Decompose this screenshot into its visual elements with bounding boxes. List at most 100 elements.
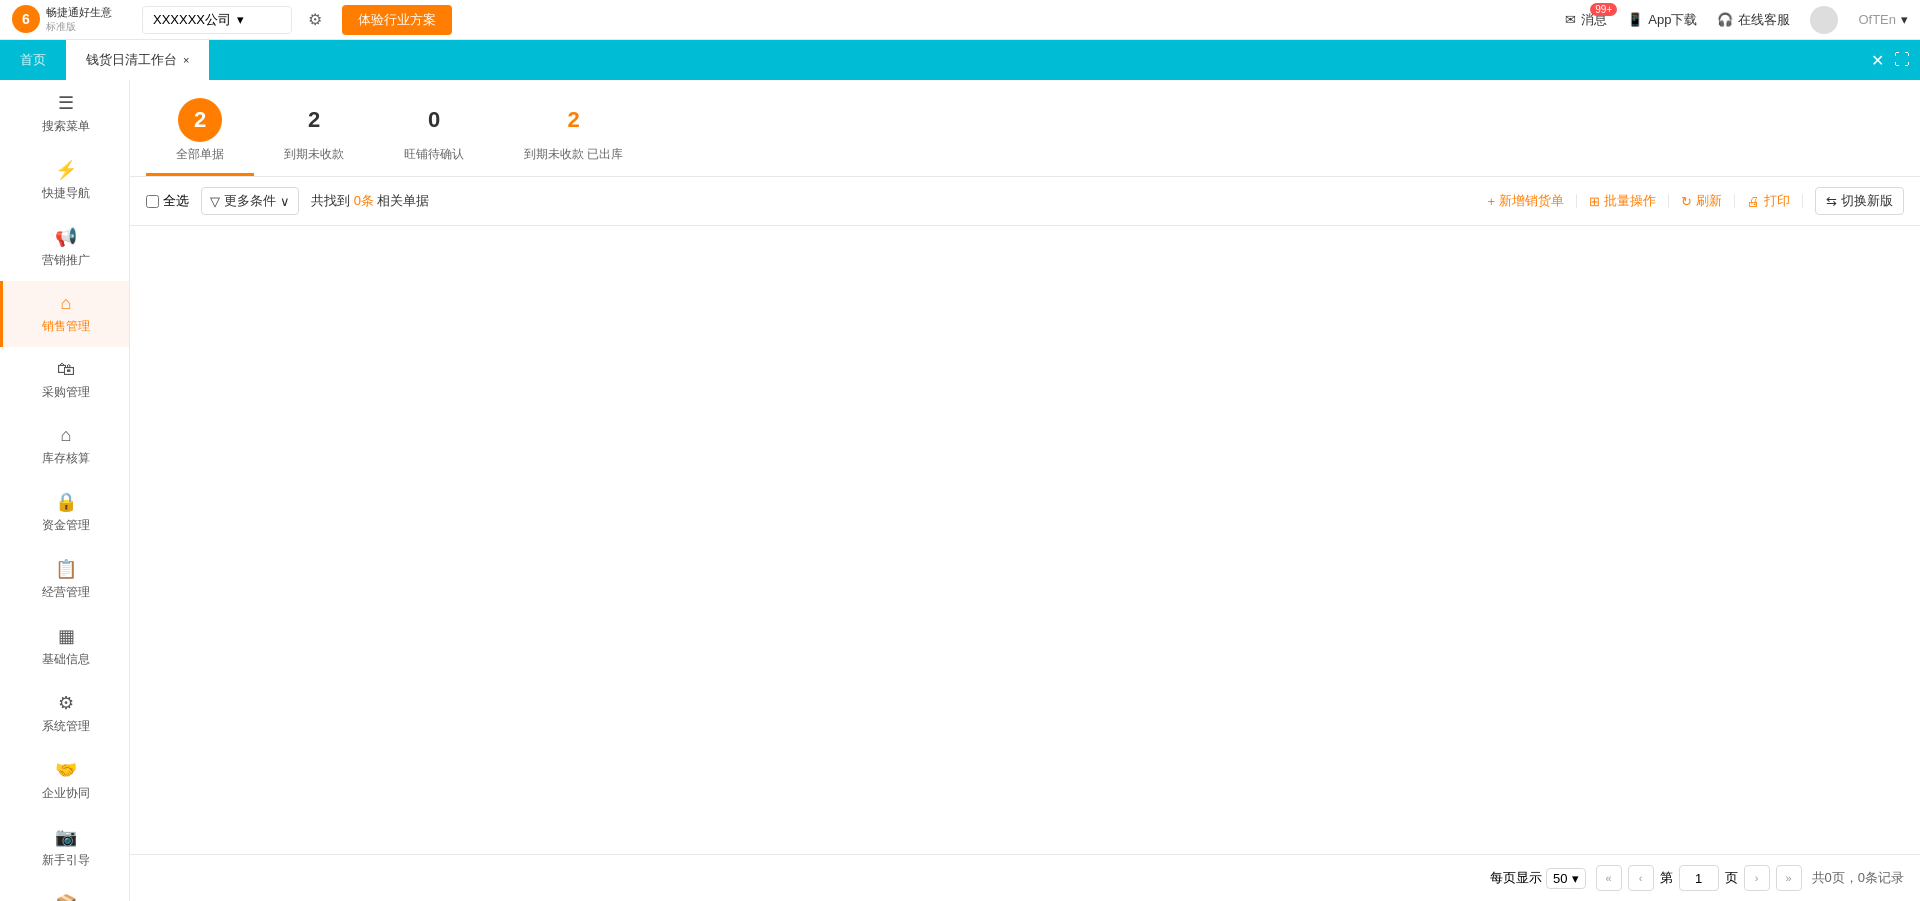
online-service-button[interactable]: 🎧 在线客服	[1717, 11, 1790, 29]
page-suffix: 页	[1725, 869, 1738, 887]
add-sale-order-button[interactable]: + 新增销货单	[1487, 192, 1564, 210]
sidebar-item-finance[interactable]: 🔒 资金管理	[0, 479, 129, 546]
sidebar-item-guide[interactable]: 📷 新手引导	[0, 814, 129, 881]
filter-chevron-icon: ∨	[280, 194, 290, 209]
chevron-down-icon: ▾	[1901, 12, 1908, 27]
switch-icon: ⇆	[1826, 194, 1837, 209]
tab-expand-icon[interactable]: ⛶	[1894, 51, 1910, 69]
sidebar-label-purchase: 采购管理	[42, 384, 90, 401]
sidebar-label-business: 经营管理	[42, 584, 90, 601]
tab-right-icons: ✕ ⛶	[1871, 51, 1920, 70]
sidebar-item-system[interactable]: ⚙ 系统管理	[0, 680, 129, 747]
found-count: 0条	[354, 193, 374, 208]
tab-minimize-icon[interactable]: ✕	[1871, 51, 1884, 70]
sidebar-label-guide: 新手引导	[42, 852, 90, 869]
refresh-label: 刷新	[1696, 192, 1722, 210]
filter-button[interactable]: ▽ 更多条件 ∨	[201, 187, 299, 215]
stat-tab-overdue[interactable]: 2 到期未收款	[254, 90, 374, 176]
company-selector[interactable]: XXXXXX公司 ▾	[142, 6, 292, 34]
chevron-down-icon: ▾	[237, 12, 244, 27]
sidebar-item-app-center[interactable]: 📦 应用中心	[0, 881, 129, 901]
filter-icon: ▽	[210, 194, 220, 209]
batch-label: 批量操作	[1604, 192, 1656, 210]
stat-tab-pending[interactable]: 0 旺铺待确认	[374, 90, 494, 176]
stat-tab-overdue-out[interactable]: 2 到期未收款 已出库	[494, 90, 653, 176]
mobile-icon: 📱	[1627, 12, 1643, 27]
first-page-icon: «	[1605, 872, 1611, 884]
pagination: 每页显示 50 ▾ « ‹ 第 页 ›	[130, 854, 1920, 901]
checkbox-input[interactable]	[146, 195, 159, 208]
batch-operation-button[interactable]: ⊞ 批量操作	[1589, 192, 1656, 210]
sidebar-item-inventory[interactable]: ⌂ 库存核算	[0, 413, 129, 479]
sidebar-item-purchase[interactable]: 🛍 采购管理	[0, 347, 129, 413]
finance-icon: 🔒	[55, 491, 77, 513]
sidebar-label-marketing: 营销推广	[42, 252, 90, 269]
add-icon: +	[1487, 194, 1495, 209]
sidebar-item-basic-info[interactable]: ▦ 基础信息	[0, 613, 129, 680]
found-text: 共找到 0条 相关单据	[311, 192, 429, 210]
page-size-dropdown[interactable]: 50 ▾	[1546, 868, 1585, 889]
main-layout: ☰ 搜索菜单 ⚡ 快捷导航 📢 营销推广 ⌂ 销售管理 🛍 采购管理 ⌂ 库存核…	[0, 80, 1920, 901]
prev-page-icon: ‹	[1639, 872, 1643, 884]
stat-tab-all[interactable]: 2 全部单据	[146, 90, 254, 176]
service-icon: 🎧	[1717, 12, 1733, 27]
message-icon: ✉	[1565, 12, 1576, 27]
tab-close-icon[interactable]: ×	[183, 54, 189, 66]
add-label: 新增销货单	[1499, 192, 1564, 210]
experience-button[interactable]: 体验行业方案	[342, 5, 452, 35]
switch-label: 切换新版	[1841, 192, 1893, 210]
message-button[interactable]: ✉ 消息 99+	[1565, 11, 1607, 29]
page-size-label: 每页显示	[1490, 869, 1542, 887]
page-total: 共0页，0条记录	[1812, 869, 1904, 887]
next-page-button[interactable]: ›	[1744, 865, 1770, 891]
print-label: 打印	[1764, 192, 1790, 210]
page-label: 第	[1660, 869, 1673, 887]
stat-count-overdue: 2	[292, 98, 336, 142]
stat-count-pending: 0	[412, 98, 456, 142]
sidebar-item-enterprise[interactable]: 🤝 企业协同	[0, 747, 129, 814]
username-area[interactable]: OfTEn ▾	[1858, 12, 1908, 27]
inventory-icon: ⌂	[61, 425, 72, 446]
stat-label-all: 全部单据	[176, 146, 224, 163]
app-center-icon: 📦	[55, 893, 77, 901]
page-number-input[interactable]	[1679, 865, 1719, 891]
search-menu-icon: ☰	[58, 92, 74, 114]
tab-home-label: 首页	[20, 51, 46, 69]
basic-info-icon: ▦	[58, 625, 75, 647]
app-download-button[interactable]: 📱 App下载	[1627, 11, 1697, 29]
toolbar-right: + 新增销货单 ⊞ 批量操作 ↻ 刷新 🖨 打印	[1487, 187, 1904, 215]
select-all-checkbox[interactable]: 全选	[146, 192, 189, 210]
content-area: 2 全部单据 2 到期未收款 0 旺铺待确认 2 到期未收款 已出库 全选	[130, 80, 1920, 901]
tab-home[interactable]: 首页	[0, 40, 66, 80]
business-icon: 📋	[55, 558, 77, 580]
sidebar-item-marketing[interactable]: 📢 营销推广	[0, 214, 129, 281]
sidebar-label-quick-nav: 快捷导航	[42, 185, 90, 202]
last-page-button[interactable]: »	[1776, 865, 1802, 891]
online-service-label: 在线客服	[1738, 11, 1790, 29]
tab-cashflow[interactable]: 钱货日清工作台 ×	[66, 40, 209, 80]
sidebar: ☰ 搜索菜单 ⚡ 快捷导航 📢 营销推广 ⌂ 销售管理 🛍 采购管理 ⌂ 库存核…	[0, 80, 130, 901]
first-page-button[interactable]: «	[1596, 865, 1622, 891]
sidebar-item-search[interactable]: ☰ 搜索菜单	[0, 80, 129, 147]
sidebar-label-search: 搜索菜单	[42, 118, 90, 135]
refresh-button[interactable]: ↻ 刷新	[1681, 192, 1722, 210]
user-avatar[interactable]	[1810, 6, 1838, 34]
sidebar-item-quick-nav[interactable]: ⚡ 快捷导航	[0, 147, 129, 214]
page-navigation: « ‹ 第 页 › »	[1596, 865, 1802, 891]
settings-button[interactable]: ⚙	[300, 5, 330, 35]
stat-label-overdue-out: 到期未收款 已出库	[524, 146, 623, 163]
sidebar-item-business[interactable]: 📋 经营管理	[0, 546, 129, 613]
quick-nav-icon: ⚡	[55, 159, 77, 181]
avatar-image	[1810, 6, 1838, 34]
sidebar-item-sales[interactable]: ⌂ 销售管理	[0, 281, 129, 347]
company-name: XXXXXX公司	[153, 11, 231, 29]
switch-version-button[interactable]: ⇆ 切换新版	[1815, 187, 1904, 215]
page-size-value: 50	[1553, 871, 1567, 886]
enterprise-icon: 🤝	[55, 759, 77, 781]
system-icon: ⚙	[58, 692, 74, 714]
prev-page-button[interactable]: ‹	[1628, 865, 1654, 891]
table-area	[130, 226, 1920, 854]
print-button[interactable]: 🖨 打印	[1747, 192, 1790, 210]
marketing-icon: 📢	[55, 226, 77, 248]
last-page-icon: »	[1785, 872, 1791, 884]
